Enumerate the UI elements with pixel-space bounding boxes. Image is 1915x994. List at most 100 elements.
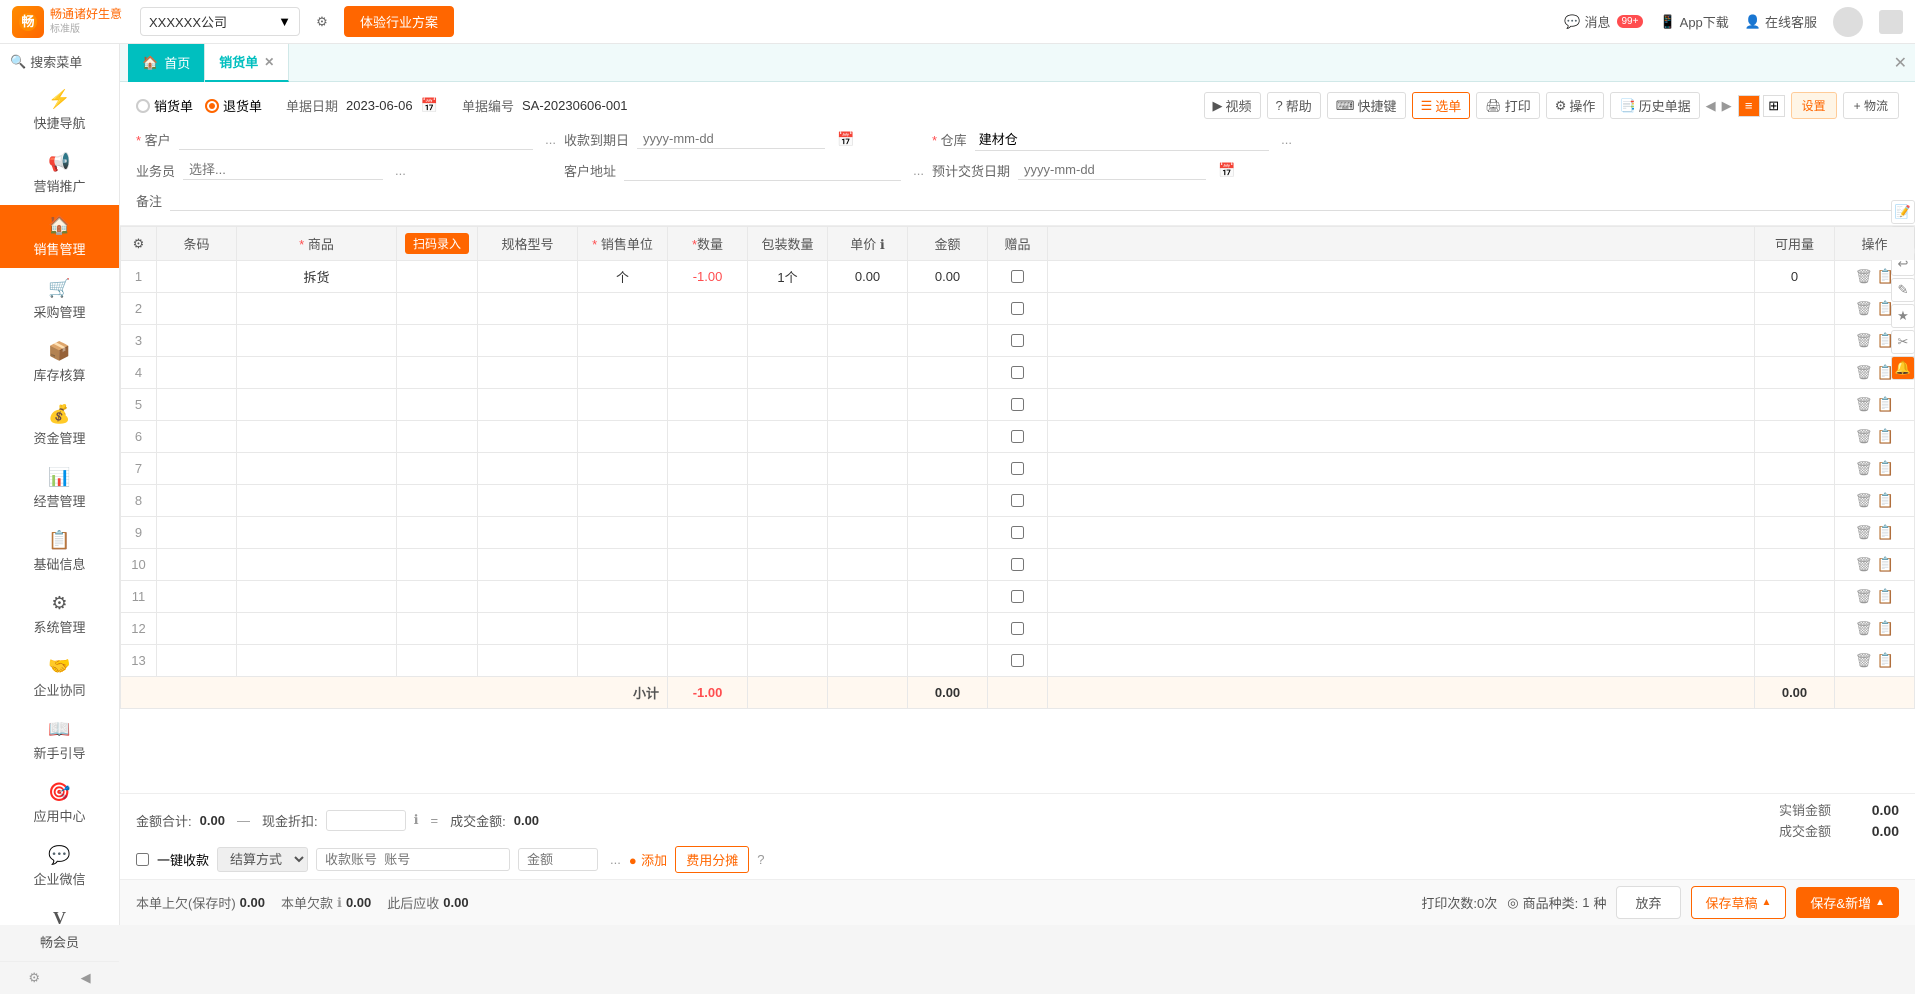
cell-pack-qty[interactable]	[748, 389, 828, 421]
gift-checkbox[interactable]	[1011, 334, 1024, 347]
cell-product[interactable]	[237, 325, 397, 357]
cell-pack-qty[interactable]	[748, 613, 828, 645]
cell-pack-qty[interactable]	[748, 293, 828, 325]
cell-amount[interactable]	[908, 517, 988, 549]
cell-unit[interactable]	[578, 549, 668, 581]
cell-qty[interactable]	[668, 421, 748, 453]
sidebar-item-apps[interactable]: 🎯 应用中心	[0, 772, 119, 835]
tab-home[interactable]: 🏠 首页	[128, 44, 205, 82]
cell-price[interactable]	[828, 453, 908, 485]
cell-amount[interactable]: 0.00	[908, 261, 988, 293]
close-all-tabs-btn[interactable]: ✕	[1894, 53, 1907, 73]
cell-gift[interactable]	[988, 645, 1048, 677]
cell-gift[interactable]	[988, 325, 1048, 357]
avatar[interactable]	[1833, 7, 1863, 37]
app-download-btn[interactable]: 📱 App下载	[1659, 12, 1728, 31]
cell-spec[interactable]	[478, 421, 578, 453]
sidebar-item-management[interactable]: 📊 经营管理	[0, 457, 119, 520]
search-menu[interactable]: 🔍 搜索菜单	[0, 44, 119, 79]
gift-checkbox[interactable]	[1011, 622, 1024, 635]
cell-price[interactable]: 0.00	[828, 261, 908, 293]
cell-pack-qty[interactable]	[748, 549, 828, 581]
cell-qty[interactable]	[668, 549, 748, 581]
gift-checkbox[interactable]	[1011, 398, 1024, 411]
cell-spec[interactable]	[478, 325, 578, 357]
customer-ellipsis[interactable]: ...	[545, 132, 556, 147]
tab-close-icon[interactable]: ✕	[264, 55, 274, 69]
cell-qty[interactable]	[668, 645, 748, 677]
delete-icon[interactable]: 🗑	[1855, 300, 1873, 317]
radio-return-order[interactable]: 退货单	[205, 96, 262, 115]
cell-unit[interactable]	[578, 389, 668, 421]
copy-icon[interactable]: 📋	[1877, 460, 1894, 477]
cell-price[interactable]	[828, 389, 908, 421]
cell-pack-qty[interactable]	[748, 485, 828, 517]
expected-delivery-input[interactable]	[1018, 160, 1206, 180]
cell-price[interactable]	[828, 357, 908, 389]
copy-icon[interactable]: 📋	[1877, 524, 1894, 541]
cell-price[interactable]	[828, 517, 908, 549]
cell-amount[interactable]	[908, 421, 988, 453]
cell-product[interactable]	[237, 293, 397, 325]
sidebar-settings-icon[interactable]: ⚙	[28, 970, 40, 986]
radio-sales-order[interactable]: 销货单	[136, 96, 193, 115]
pay-method-select[interactable]: 结算方式	[217, 847, 308, 872]
fee-help-icon[interactable]: ?	[757, 852, 764, 867]
tab-sales-order[interactable]: 销货单 ✕	[205, 44, 289, 82]
cell-amount[interactable]	[908, 325, 988, 357]
cell-unit[interactable]	[578, 325, 668, 357]
copy-icon[interactable]: 📋	[1877, 396, 1894, 413]
cell-product[interactable]	[237, 421, 397, 453]
cell-gift[interactable]	[988, 581, 1048, 613]
cell-unit[interactable]	[578, 645, 668, 677]
col-scan[interactable]: 扫码录入	[397, 227, 478, 261]
right-btn-6[interactable]: ✂	[1891, 330, 1915, 354]
cell-qty[interactable]	[668, 581, 748, 613]
sidebar-item-wechat[interactable]: 💬 企业微信	[0, 835, 119, 898]
copy-icon[interactable]: 📋	[1877, 652, 1894, 669]
cell-gift[interactable]	[988, 613, 1048, 645]
delete-icon[interactable]: 🗑	[1855, 492, 1873, 509]
cell-product[interactable]	[237, 613, 397, 645]
cell-barcode[interactable]	[157, 485, 237, 517]
cell-price[interactable]	[828, 325, 908, 357]
cell-barcode[interactable]	[157, 325, 237, 357]
cell-amount[interactable]	[908, 613, 988, 645]
cell-unit[interactable]: 个	[578, 261, 668, 293]
delete-icon[interactable]: 🗑	[1855, 268, 1873, 285]
cell-qty[interactable]	[668, 517, 748, 549]
cell-spec[interactable]	[478, 581, 578, 613]
toolbar-shortcut-btn[interactable]: ⌨ 快捷键	[1327, 92, 1406, 119]
cell-amount[interactable]	[908, 293, 988, 325]
cell-price[interactable]	[828, 485, 908, 517]
sidebar-item-basic[interactable]: 📋 基础信息	[0, 520, 119, 583]
cell-product[interactable]	[237, 453, 397, 485]
sidebar-item-system[interactable]: ⚙ 系统管理	[0, 583, 119, 646]
cell-price[interactable]	[828, 581, 908, 613]
cell-barcode[interactable]	[157, 421, 237, 453]
cell-price[interactable]	[828, 293, 908, 325]
view-toggle-grid[interactable]: ⊞	[1763, 95, 1785, 117]
delete-icon[interactable]: 🗑	[1855, 332, 1873, 349]
cell-spec[interactable]	[478, 389, 578, 421]
cell-price[interactable]	[828, 645, 908, 677]
cell-pack-qty[interactable]	[748, 517, 828, 549]
experience-btn[interactable]: 体验行业方案	[344, 6, 454, 37]
right-btn-4[interactable]: ✎	[1891, 278, 1915, 302]
delete-icon[interactable]: 🗑	[1855, 652, 1873, 669]
payment-amount-input[interactable]	[518, 848, 598, 871]
cell-qty[interactable]	[668, 293, 748, 325]
cell-pack-qty[interactable]	[748, 421, 828, 453]
cell-gift[interactable]	[988, 549, 1048, 581]
gift-checkbox[interactable]	[1011, 590, 1024, 603]
cell-spec[interactable]	[478, 549, 578, 581]
cell-spec[interactable]	[478, 485, 578, 517]
cell-qty[interactable]	[668, 325, 748, 357]
gift-checkbox[interactable]	[1011, 270, 1024, 283]
gift-checkbox[interactable]	[1011, 462, 1024, 475]
cell-unit[interactable]	[578, 581, 668, 613]
cell-spec[interactable]	[478, 453, 578, 485]
sidebar-collapse-icon[interactable]: ◀	[81, 970, 91, 986]
gift-checkbox[interactable]	[1011, 366, 1024, 379]
col-settings[interactable]: ⚙	[121, 227, 157, 261]
